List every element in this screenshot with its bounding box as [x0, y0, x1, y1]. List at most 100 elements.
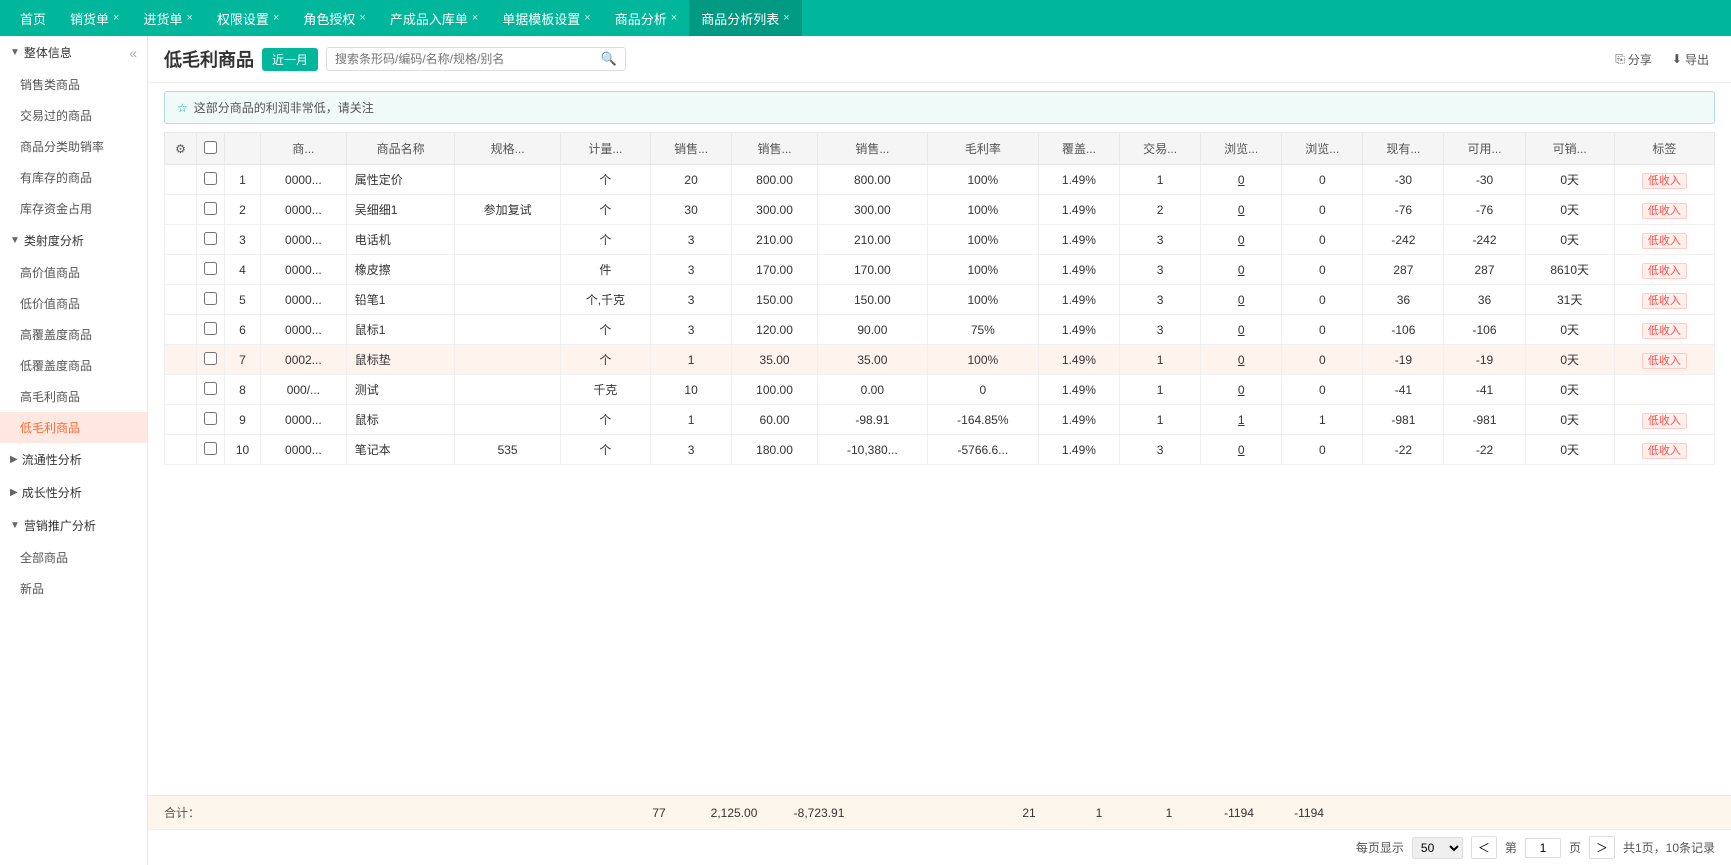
sidebar-group-growth[interactable]: ▶ 成长性分析	[0, 476, 147, 509]
col-header-sales-price[interactable]: 销售...	[732, 133, 818, 165]
cell-check[interactable]	[197, 345, 225, 375]
cell-browse1[interactable]: 0	[1201, 375, 1282, 405]
col-header-sales-qty[interactable]: 销售...	[651, 133, 732, 165]
col-header-settings[interactable]: ⚙	[165, 133, 197, 165]
col-header-trade[interactable]: 交易...	[1120, 133, 1201, 165]
cell-browse1[interactable]: 0	[1201, 315, 1282, 345]
row-checkbox[interactable]	[204, 262, 217, 275]
nav-purchase[interactable]: 进货单 ×	[131, 0, 204, 36]
cell-check[interactable]	[197, 225, 225, 255]
select-all-checkbox[interactable]	[204, 141, 217, 154]
nav-permissions[interactable]: 权限设置 ×	[205, 0, 291, 36]
sidebar-group-overall[interactable]: ▼ 整体信息 «	[0, 36, 147, 69]
sidebar-item-new-goods[interactable]: 新品	[0, 573, 147, 604]
cell-browse1[interactable]: 0	[1201, 165, 1282, 195]
cell-check[interactable]	[197, 435, 225, 465]
export-button[interactable]: ⬇ 导出	[1666, 48, 1715, 71]
cell-browse1[interactable]: 0	[1201, 195, 1282, 225]
cell-check[interactable]	[197, 375, 225, 405]
sidebar-group-marketing[interactable]: ▼ 营销推广分析	[0, 509, 147, 542]
browse1-link[interactable]: 0	[1238, 263, 1245, 277]
search-input[interactable]	[335, 52, 601, 66]
col-header-gross-rate[interactable]: 毛利率	[927, 133, 1038, 165]
sidebar-item-low-value[interactable]: 低价值商品	[0, 288, 147, 319]
next-page-button[interactable]: ＞	[1589, 836, 1615, 859]
row-checkbox[interactable]	[204, 322, 217, 335]
browse1-link[interactable]: 0	[1238, 353, 1245, 367]
browse1-link[interactable]: 0	[1238, 233, 1245, 247]
cell-check[interactable]	[197, 405, 225, 435]
collapse-icon[interactable]: «	[129, 45, 137, 61]
row-checkbox[interactable]	[204, 382, 217, 395]
row-checkbox[interactable]	[204, 202, 217, 215]
browse1-link[interactable]: 0	[1238, 443, 1245, 457]
date-filter-button[interactable]: 近一月	[262, 48, 318, 71]
col-header-check[interactable]	[197, 133, 225, 165]
browse1-link[interactable]: 0	[1238, 383, 1245, 397]
col-header-cover-rate[interactable]: 覆盖...	[1038, 133, 1119, 165]
nav-goods-analysis[interactable]: 商品分析 ×	[603, 0, 689, 36]
col-header-code[interactable]: 商...	[261, 133, 347, 165]
nav-permissions-close[interactable]: ×	[273, 12, 279, 24]
sidebar-item-low-margin[interactable]: 低毛利商品	[0, 412, 147, 443]
col-header-current[interactable]: 现有...	[1363, 133, 1444, 165]
sidebar-item-high-value[interactable]: 高价值商品	[0, 257, 147, 288]
col-header-spec[interactable]: 规格...	[455, 133, 560, 165]
col-header-available[interactable]: 可用...	[1444, 133, 1525, 165]
sidebar-item-stock-goods[interactable]: 有库存的商品	[0, 162, 147, 193]
nav-templates[interactable]: 单据模板设置 ×	[490, 0, 602, 36]
col-header-unit[interactable]: 计量...	[560, 133, 650, 165]
col-header-saleable[interactable]: 可销...	[1525, 133, 1614, 165]
sidebar-item-traded-goods[interactable]: 交易过的商品	[0, 100, 147, 131]
nav-sales[interactable]: 销货单 ×	[58, 0, 131, 36]
row-checkbox[interactable]	[204, 412, 217, 425]
nav-sales-close[interactable]: ×	[113, 12, 119, 24]
sidebar-item-stock-capital[interactable]: 库存资金占用	[0, 193, 147, 224]
cell-check[interactable]	[197, 285, 225, 315]
col-header-browse2[interactable]: 浏览...	[1282, 133, 1363, 165]
col-header-browse1[interactable]: 浏览...	[1201, 133, 1282, 165]
sidebar-item-category-rate[interactable]: 商品分类助销率	[0, 131, 147, 162]
nav-purchase-close[interactable]: ×	[186, 12, 192, 24]
col-header-sales-profit[interactable]: 销售...	[817, 133, 927, 165]
col-header-tag[interactable]: 标签	[1614, 133, 1714, 165]
cell-browse1[interactable]: 0	[1201, 255, 1282, 285]
col-header-name[interactable]: 商品名称	[346, 133, 455, 165]
row-checkbox[interactable]	[204, 172, 217, 185]
share-button[interactable]: ⎘ 分享	[1609, 48, 1658, 71]
row-checkbox[interactable]	[204, 232, 217, 245]
nav-roles[interactable]: 角色授权 ×	[291, 0, 377, 36]
cell-browse1[interactable]: 0	[1201, 435, 1282, 465]
sidebar-group-circulation[interactable]: ▶ 流通性分析	[0, 443, 147, 476]
cell-check[interactable]	[197, 255, 225, 285]
nav-roles-close[interactable]: ×	[359, 12, 365, 24]
sidebar-item-high-margin[interactable]: 高毛利商品	[0, 381, 147, 412]
nav-products[interactable]: 产成品入库单 ×	[378, 0, 490, 36]
browse1-link[interactable]: 0	[1238, 173, 1245, 187]
nav-goods-analysis-list[interactable]: 商品分析列表 ×	[689, 0, 801, 36]
cell-check[interactable]	[197, 195, 225, 225]
nav-home[interactable]: 首页	[8, 0, 58, 36]
cell-check[interactable]	[197, 165, 225, 195]
prev-page-button[interactable]: ＜	[1471, 836, 1497, 859]
browse1-link[interactable]: 0	[1238, 323, 1245, 337]
browse1-link[interactable]: 0	[1238, 203, 1245, 217]
cell-browse1[interactable]: 0	[1201, 345, 1282, 375]
row-checkbox[interactable]	[204, 352, 217, 365]
per-page-select[interactable]: 50 100 200	[1412, 837, 1463, 859]
sidebar-item-low-coverage[interactable]: 低覆盖度商品	[0, 350, 147, 381]
sidebar-item-sales-goods[interactable]: 销售类商品	[0, 69, 147, 100]
sidebar-group-category-analysis[interactable]: ▼ 类射度分析	[0, 224, 147, 257]
nav-templates-close[interactable]: ×	[584, 12, 590, 24]
nav-goods-analysis-close[interactable]: ×	[671, 12, 677, 24]
cell-check[interactable]	[197, 315, 225, 345]
row-checkbox[interactable]	[204, 442, 217, 455]
cell-browse1[interactable]: 1	[1201, 405, 1282, 435]
browse1-link[interactable]: 0	[1238, 293, 1245, 307]
browse1-link[interactable]: 1	[1238, 413, 1245, 427]
nav-products-close[interactable]: ×	[472, 12, 478, 24]
nav-goods-analysis-list-close[interactable]: ×	[783, 12, 789, 24]
row-checkbox[interactable]	[204, 292, 217, 305]
cell-browse1[interactable]: 0	[1201, 285, 1282, 315]
sidebar-item-high-coverage[interactable]: 高覆盖度商品	[0, 319, 147, 350]
